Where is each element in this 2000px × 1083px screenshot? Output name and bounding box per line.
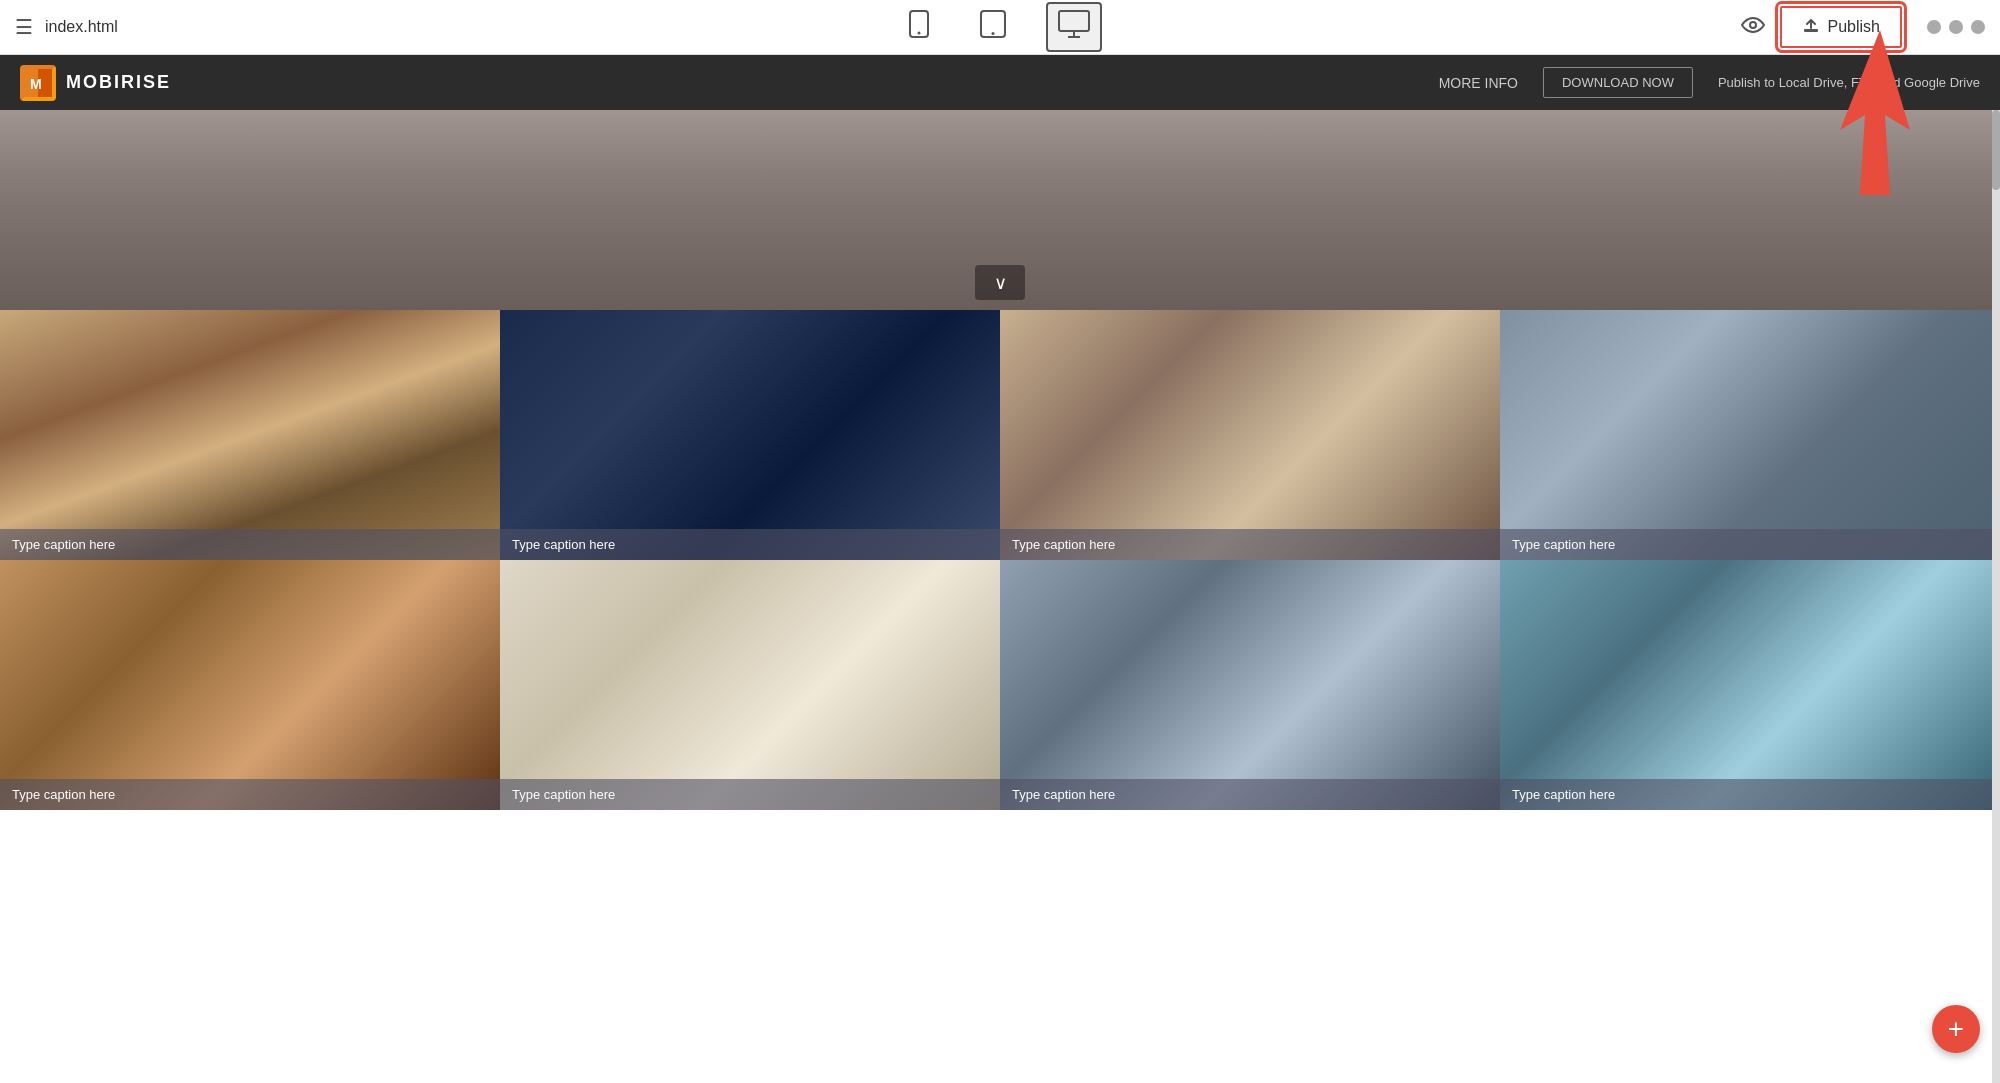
gallery-caption: Type caption here xyxy=(500,529,1000,560)
upload-icon xyxy=(1802,16,1820,38)
logo-icon: M xyxy=(20,65,56,101)
gallery-item[interactable]: Type caption here xyxy=(0,560,500,810)
scrollbar[interactable] xyxy=(1992,110,2000,1083)
close-button[interactable] xyxy=(1971,20,1985,34)
gallery-caption: Type caption here xyxy=(1500,779,2000,810)
scrollbar-thumb[interactable] xyxy=(1992,110,2000,190)
gallery-item[interactable]: Type caption here xyxy=(1500,560,2000,810)
gallery-image xyxy=(1000,560,1500,810)
filename-label: index.html xyxy=(45,18,118,36)
gallery-item[interactable]: Type caption here xyxy=(1000,560,1500,810)
nav-right: MORE INFO DOWNLOAD NOW Publish to Local … xyxy=(1439,67,1980,98)
gallery-caption: Type caption here xyxy=(1000,779,1500,810)
mobile-view-icon[interactable] xyxy=(898,4,940,50)
gallery-grid: Type caption hereType caption hereType c… xyxy=(0,310,2000,810)
add-button[interactable]: + xyxy=(1932,1005,1980,1053)
svg-rect-4 xyxy=(1059,11,1089,31)
gallery-image xyxy=(1500,560,2000,810)
desktop-view-icon[interactable] xyxy=(1046,2,1102,52)
svg-rect-8 xyxy=(1804,29,1818,32)
publish-info-text: Publish to Local Drive, FTP and Google D… xyxy=(1718,75,1980,90)
gallery-item[interactable]: Type caption here xyxy=(500,560,1000,810)
device-switcher xyxy=(898,2,1102,52)
hamburger-icon[interactable]: ☰ xyxy=(15,15,33,39)
gallery-caption: Type caption here xyxy=(0,779,500,810)
gallery-image xyxy=(1000,310,1500,560)
window-controls xyxy=(1927,20,1985,34)
title-bar: ☰ index.html xyxy=(0,0,2000,55)
gallery-image xyxy=(500,310,1000,560)
gallery-item[interactable]: Type caption here xyxy=(1500,310,2000,560)
svg-point-3 xyxy=(992,32,995,35)
gallery-image xyxy=(0,560,500,810)
minimize-button[interactable] xyxy=(1927,20,1941,34)
tablet-view-icon[interactable] xyxy=(970,4,1016,50)
gallery-caption: Type caption here xyxy=(0,529,500,560)
svg-point-1 xyxy=(918,32,921,35)
gallery-image xyxy=(0,310,500,560)
chevron-down-icon: ∨ xyxy=(994,272,1007,294)
hero-section: ∨ xyxy=(0,110,2000,310)
svg-point-7 xyxy=(1750,22,1756,28)
title-bar-left: ☰ index.html xyxy=(15,15,118,39)
gallery-caption: Type caption here xyxy=(500,779,1000,810)
gallery-caption: Type caption here xyxy=(1000,529,1500,560)
title-bar-right: Publish xyxy=(1741,6,1985,48)
gallery-item[interactable]: Type caption here xyxy=(500,310,1000,560)
svg-text:M: M xyxy=(30,76,42,92)
gallery-item[interactable]: Type caption here xyxy=(1000,310,1500,560)
publish-label: Publish xyxy=(1828,18,1880,36)
gallery-image xyxy=(1500,310,2000,560)
app-nav: M MOBIRISE MORE INFO DOWNLOAD NOW Publis… xyxy=(0,55,2000,110)
maximize-button[interactable] xyxy=(1949,20,1963,34)
gallery-image xyxy=(500,560,1000,810)
publish-button[interactable]: Publish xyxy=(1780,6,1902,48)
download-button[interactable]: DOWNLOAD NOW xyxy=(1543,67,1693,98)
gallery-item[interactable]: Type caption here xyxy=(0,310,500,560)
more-info-link[interactable]: MORE INFO xyxy=(1439,75,1518,91)
logo-text: MOBIRISE xyxy=(66,72,171,93)
logo: M MOBIRISE xyxy=(20,65,171,101)
scroll-down-button[interactable]: ∨ xyxy=(975,265,1025,300)
gallery-caption: Type caption here xyxy=(1500,529,2000,560)
preview-icon[interactable] xyxy=(1741,16,1765,39)
